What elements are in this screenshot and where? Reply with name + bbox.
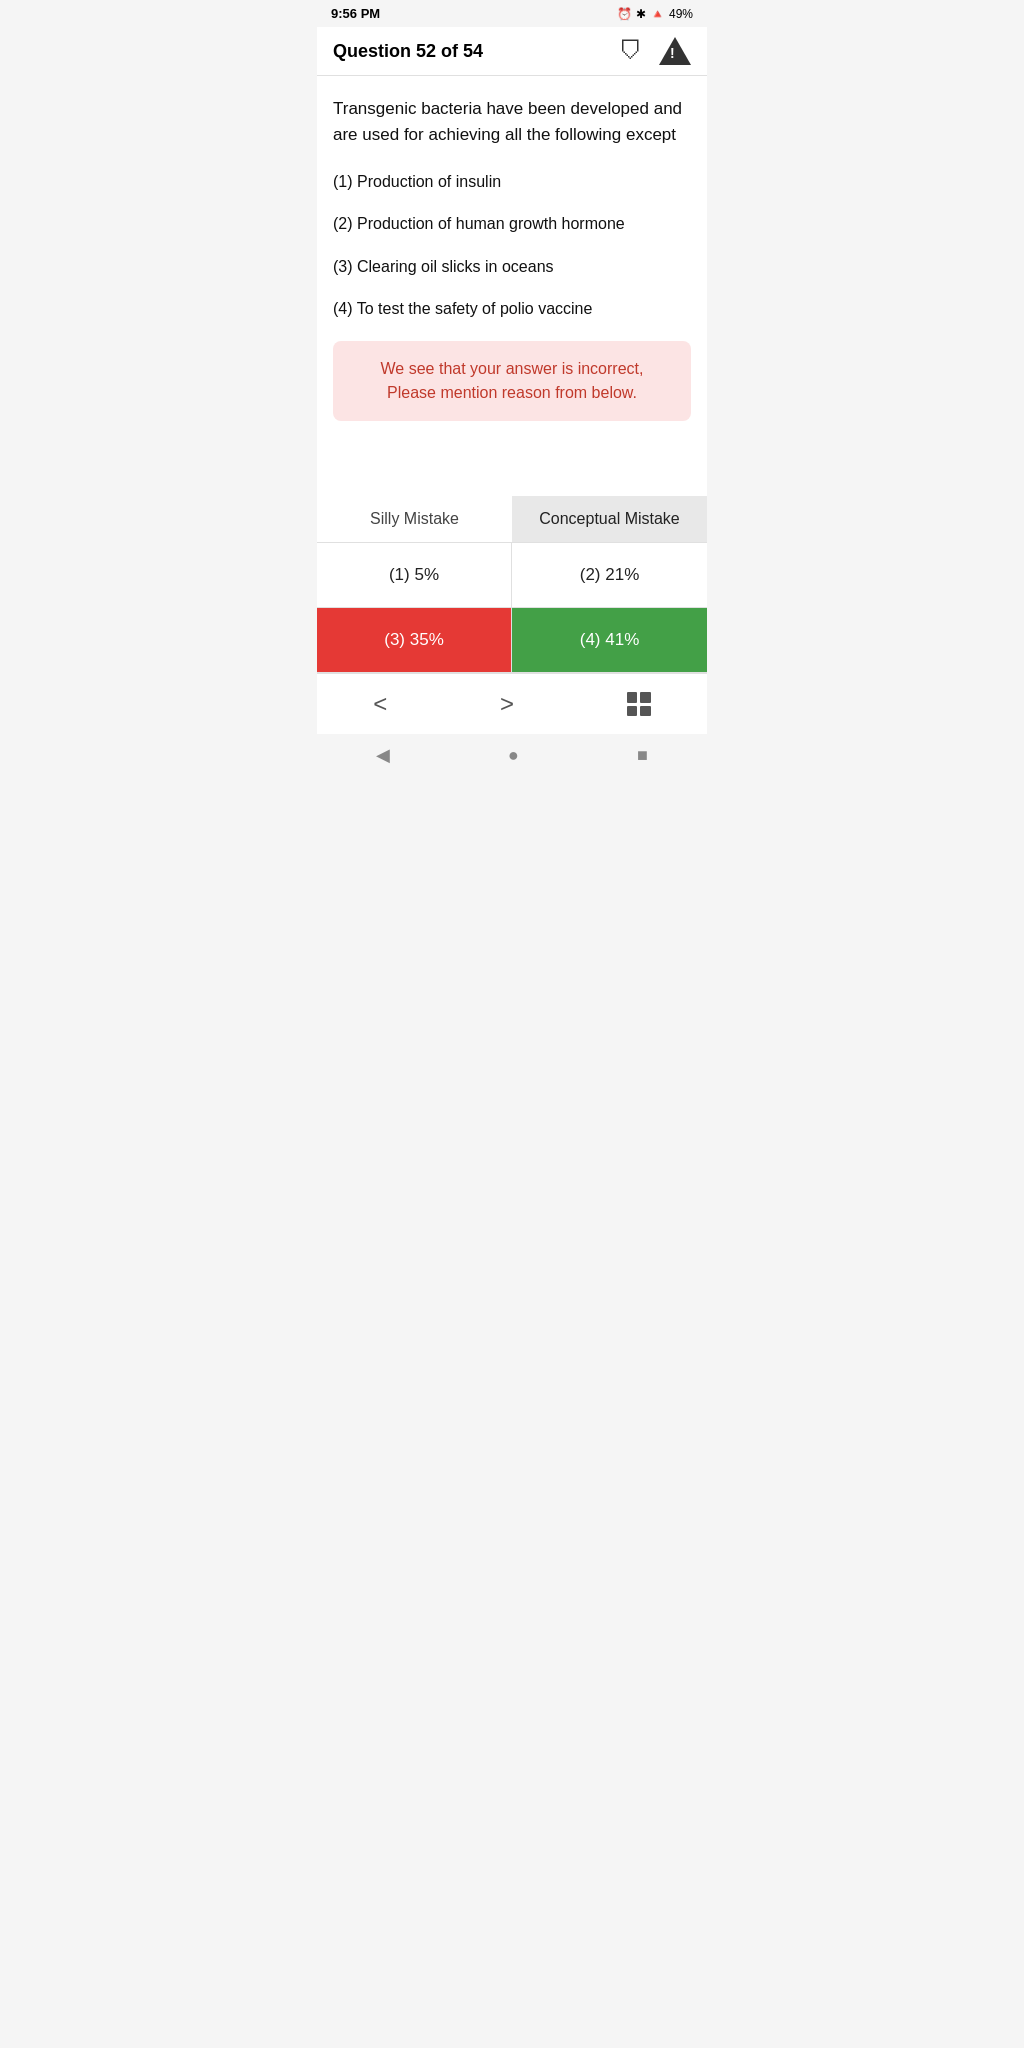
stat-2-value: 21% xyxy=(605,565,639,584)
warning-icon[interactable] xyxy=(659,37,691,65)
forward-button[interactable]: > xyxy=(484,686,530,722)
stat-cell-2: (2) 21% xyxy=(512,543,707,608)
incorrect-banner: We see that your answer is incorrect, Pl… xyxy=(333,341,691,421)
stat-cell-3: (3) 35% xyxy=(317,608,512,673)
status-bar: 9:56 PM ⏰ ✱ 🔺 49% xyxy=(317,0,707,27)
stat-1-value: 5% xyxy=(414,565,439,584)
stat-2-label: (2) xyxy=(580,565,606,584)
stat-cell-4: (4) 41% xyxy=(512,608,707,673)
bluetooth-icon: ✱ xyxy=(636,7,646,21)
grid-icon xyxy=(627,692,651,716)
battery-display: 49% xyxy=(669,7,693,21)
time-display: 9:56 PM xyxy=(331,6,380,21)
stats-grid: (1) 5% (2) 21% (3) 35% (4) 41% xyxy=(317,543,707,673)
alarm-icon: ⏰ xyxy=(617,7,632,21)
signal-icon: 🔺 xyxy=(650,7,665,21)
stat-3-label: (3) xyxy=(384,630,410,649)
question-section: Transgenic bacteria have been developed … xyxy=(317,76,707,496)
option-4[interactable]: (4) To test the safety of polio vaccine xyxy=(333,298,691,320)
stat-4-label: (4) xyxy=(580,630,606,649)
tab-conceptual-mistake[interactable]: Conceptual Mistake xyxy=(512,496,707,542)
stat-cell-1: (1) 5% xyxy=(317,543,512,608)
stat-3-value: 35% xyxy=(410,630,444,649)
android-back-button[interactable] xyxy=(376,744,390,766)
stat-4-value: 41% xyxy=(605,630,639,649)
bookmark-icon[interactable]: ⛉ xyxy=(619,37,643,65)
android-navigation xyxy=(317,734,707,780)
option-1[interactable]: (1) Production of insulin xyxy=(333,171,691,193)
option-2[interactable]: (2) Production of human growth hormone xyxy=(333,213,691,235)
tab-silly-mistake[interactable]: Silly Mistake xyxy=(317,496,512,542)
back-button[interactable]: < xyxy=(357,686,403,722)
mistake-tabs: Silly Mistake Conceptual Mistake xyxy=(317,496,707,543)
option-3[interactable]: (3) Clearing oil slicks in oceans xyxy=(333,256,691,278)
question-counter: Question 52 of 54 xyxy=(333,41,483,62)
incorrect-line2: Please mention reason from below. xyxy=(347,381,677,405)
bottom-navigation: < > xyxy=(317,673,707,734)
stat-1-label: (1) xyxy=(389,565,415,584)
question-header: Question 52 of 54 ⛉ xyxy=(317,27,707,76)
grid-view-button[interactable] xyxy=(611,688,667,720)
question-text: Transgenic bacteria have been developed … xyxy=(333,96,691,147)
status-icons: ⏰ ✱ 🔺 49% xyxy=(617,7,693,21)
header-actions: ⛉ xyxy=(619,37,691,65)
android-recents-button[interactable] xyxy=(637,745,648,766)
incorrect-line1: We see that your answer is incorrect, xyxy=(347,357,677,381)
android-home-button[interactable] xyxy=(508,745,519,766)
